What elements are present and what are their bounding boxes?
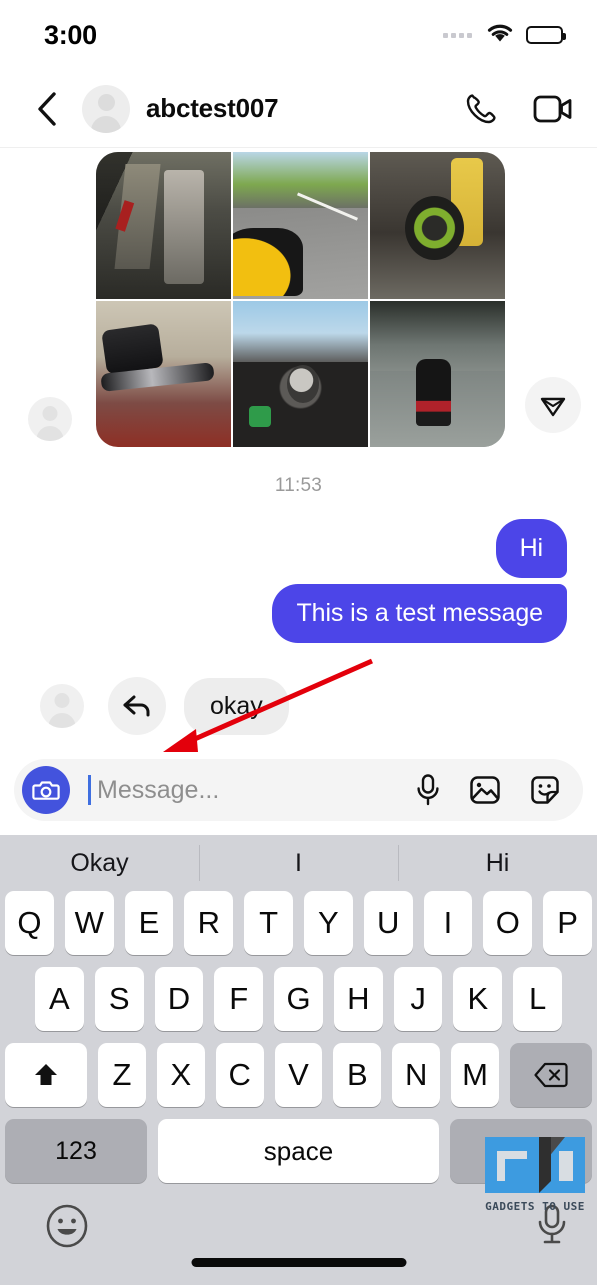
key-o[interactable]: O <box>483 891 533 955</box>
suggestion-item[interactable]: Okay <box>0 849 199 878</box>
sticker-icon[interactable] <box>529 774 561 806</box>
contact-avatar[interactable] <box>82 84 130 133</box>
chat-header: abctest007 <box>0 70 597 148</box>
key-d[interactable]: D <box>154 967 204 1031</box>
photo-gallery-icon[interactable] <box>469 774 501 806</box>
shift-up-arrow-icon[interactable] <box>5 1043 87 1107</box>
key-k[interactable]: K <box>453 967 503 1031</box>
photo-tile[interactable] <box>233 152 368 299</box>
suggestion-item[interactable]: I <box>199 849 398 878</box>
key-p[interactable]: P <box>543 891 592 955</box>
space-key[interactable]: space <box>158 1119 439 1183</box>
key-m[interactable]: M <box>451 1043 500 1107</box>
photo-tile[interactable] <box>370 300 505 447</box>
key-i[interactable]: I <box>423 891 473 955</box>
key-t[interactable]: T <box>244 891 293 955</box>
keyboard-row-4: 123 space return <box>0 1119 597 1183</box>
suggestion-item[interactable]: Hi <box>398 849 597 878</box>
input-action-icons <box>415 773 567 807</box>
key-z[interactable]: Z <box>98 1043 146 1107</box>
message-input-bar: Message... <box>0 749 597 835</box>
key-h[interactable]: H <box>333 967 383 1031</box>
photo-tile[interactable] <box>96 152 231 299</box>
signal-dots-icon <box>443 32 472 38</box>
message-input-field[interactable]: Message... <box>70 775 415 805</box>
key-j[interactable]: J <box>393 967 443 1031</box>
key-s[interactable]: S <box>94 967 144 1031</box>
photo-tile[interactable] <box>96 300 231 447</box>
microphone-icon[interactable] <box>415 773 441 807</box>
key-g[interactable]: G <box>274 967 323 1031</box>
key-l[interactable]: L <box>513 967 563 1031</box>
return-key[interactable]: return <box>450 1119 592 1183</box>
quick-reply-bubble[interactable]: okay <box>184 677 289 735</box>
status-bar: 3:00 <box>0 0 597 70</box>
text-caret <box>88 775 91 805</box>
key-b[interactable]: B <box>333 1043 382 1107</box>
quick-reply-row: okay <box>16 677 581 735</box>
home-indicator[interactable] <box>191 1258 406 1267</box>
key-v[interactable]: V <box>274 1043 323 1107</box>
video-camera-icon[interactable] <box>533 93 573 125</box>
message-row-outgoing: This is a test message <box>16 584 581 643</box>
keyboard-row-2: A S D F G H J K L <box>0 967 597 1031</box>
numeric-mode-key[interactable]: 123 <box>5 1119 147 1183</box>
backspace-delete-icon[interactable] <box>510 1043 593 1107</box>
key-c[interactable]: C <box>215 1043 264 1107</box>
key-a[interactable]: A <box>34 967 84 1031</box>
photo-collage[interactable] <box>96 152 505 447</box>
on-screen-keyboard: Okay I Hi Q W E R T Y U I O P A S D F G … <box>0 835 597 1285</box>
key-u[interactable]: U <box>363 891 413 955</box>
message-bubble[interactable]: This is a test message <box>272 584 567 643</box>
camera-icon[interactable] <box>22 766 70 814</box>
phone-screen: 3:00 abctest007 11:53 Hi This is a test … <box>0 0 597 1285</box>
keyboard-row-1: Q W E R T Y U I O P <box>0 891 597 955</box>
key-q[interactable]: Q <box>5 891 54 955</box>
message-input-placeholder: Message... <box>97 775 220 804</box>
sender-avatar[interactable] <box>28 397 72 441</box>
key-r[interactable]: R <box>184 891 234 955</box>
battery-icon <box>526 26 566 44</box>
emoji-smiley-icon[interactable] <box>44 1203 90 1254</box>
message-bubble[interactable]: Hi <box>495 519 567 578</box>
reply-arrow-icon[interactable] <box>108 677 166 735</box>
send-paper-plane-icon[interactable] <box>525 377 581 433</box>
keyboard-row-3: Z X C V B N M <box>0 1043 597 1107</box>
phone-call-icon[interactable] <box>463 91 499 127</box>
status-indicators <box>443 22 566 49</box>
photo-tile[interactable] <box>233 300 368 447</box>
message-timestamp: 11:53 <box>274 475 323 496</box>
status-time: 3:00 <box>44 19 97 50</box>
sender-avatar[interactable] <box>40 684 84 728</box>
key-y[interactable]: Y <box>304 891 353 955</box>
key-n[interactable]: N <box>392 1043 441 1107</box>
wifi-icon <box>485 22 515 49</box>
suggestion-bar: Okay I Hi <box>0 835 597 891</box>
key-w[interactable]: W <box>64 891 114 955</box>
keyboard-bottom-bar <box>0 1193 597 1285</box>
header-actions <box>463 91 573 127</box>
photo-tile[interactable] <box>370 152 505 299</box>
key-e[interactable]: E <box>124 891 174 955</box>
back-chevron-icon[interactable] <box>28 91 66 126</box>
conversation-area: 11:53 Hi This is a test message okay <box>0 148 597 749</box>
message-input-container[interactable]: Message... <box>14 759 583 821</box>
incoming-photo-message <box>16 152 581 447</box>
key-f[interactable]: F <box>214 967 264 1031</box>
message-row-outgoing: Hi <box>16 519 581 578</box>
dictation-microphone-icon[interactable] <box>535 1203 569 1252</box>
page-title: abctest007 <box>146 93 279 123</box>
key-x[interactable]: X <box>156 1043 205 1107</box>
